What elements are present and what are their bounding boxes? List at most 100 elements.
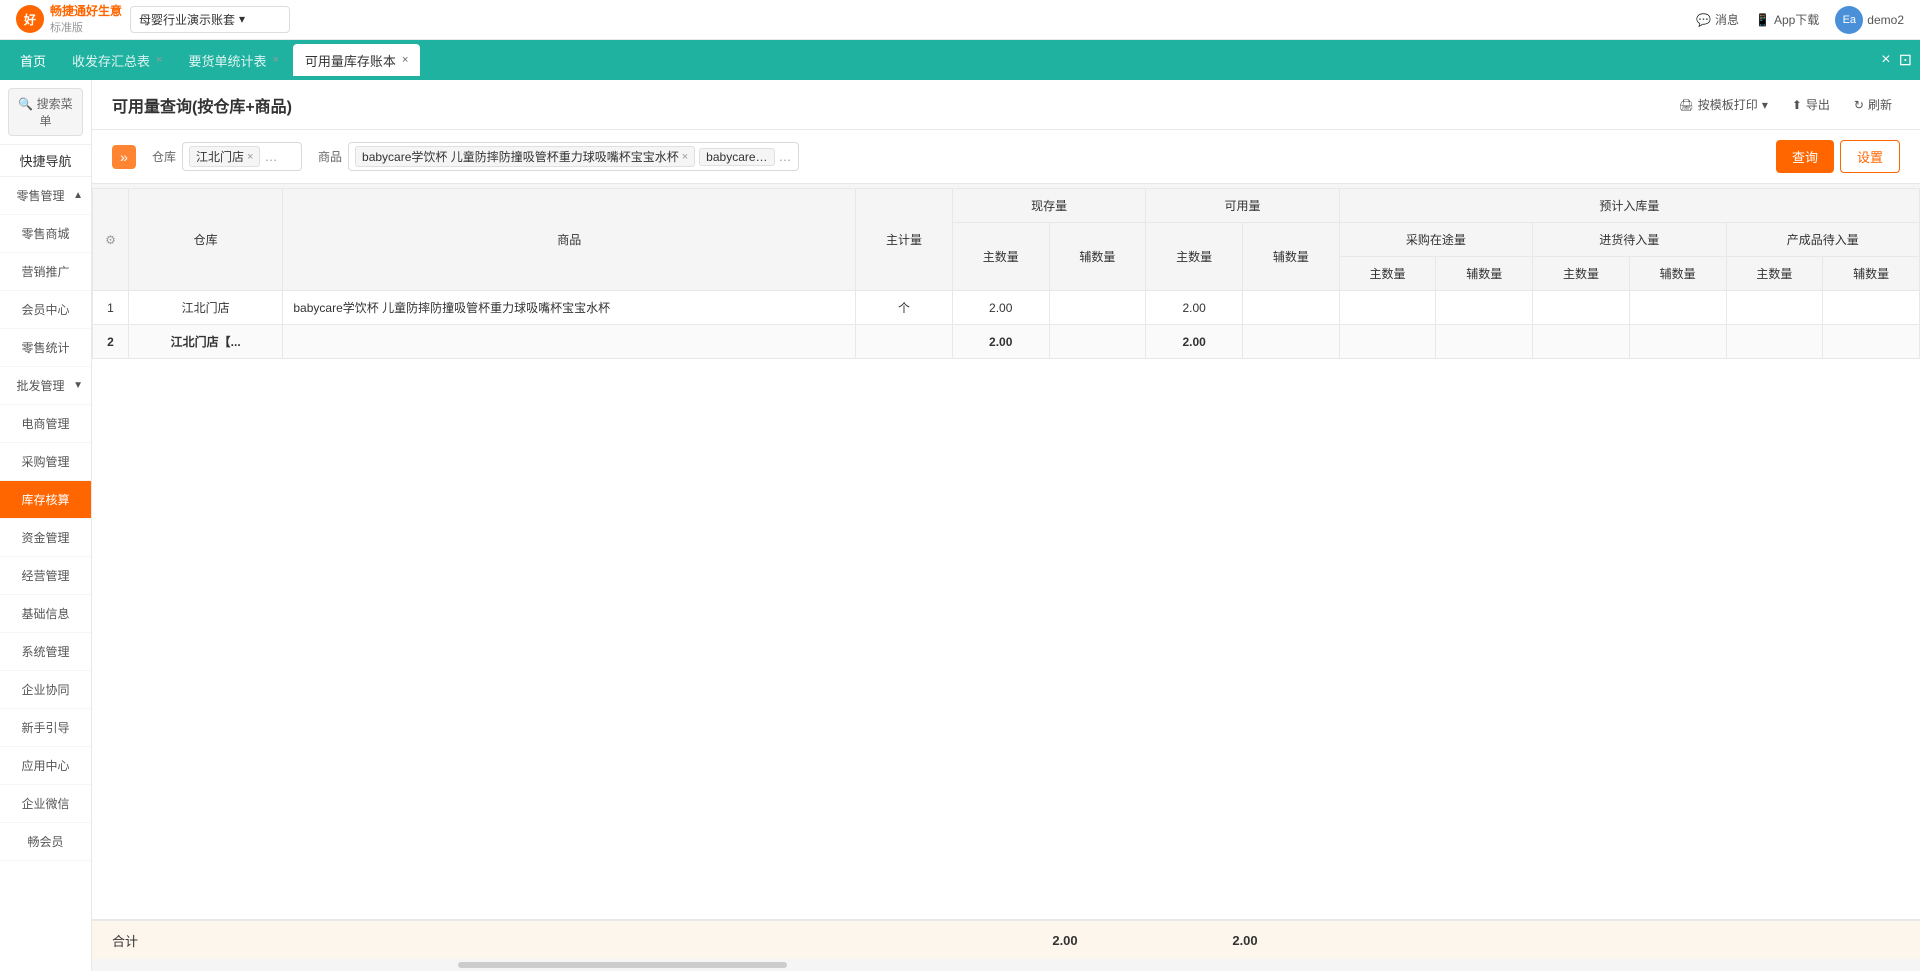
warehouse-column-header: 仓库 (129, 189, 283, 291)
message-button[interactable]: 💬 消息 (1696, 11, 1739, 28)
scroll-bar-area (92, 959, 1920, 971)
row-purchase-main (1339, 291, 1436, 325)
warehouse-tags[interactable]: 江北门店 × … (182, 142, 302, 171)
sidebar-item-inventory[interactable]: 库存核算 (0, 481, 91, 519)
sidebar-item-retail-stats-label: 零售统计 (21, 341, 69, 355)
export-button[interactable]: ⬆ 导出 (1784, 92, 1838, 117)
product-in-main-header: 主数量 (1726, 257, 1823, 291)
sidebar-item-operations-label: 经营管理 (21, 569, 69, 583)
sidebar-item-system[interactable]: 系统管理 (0, 633, 91, 671)
sidebar-item-wholesale-mgmt[interactable]: 批发管理 ▼ (0, 367, 91, 405)
user-area[interactable]: Ea demo2 (1835, 6, 1904, 34)
sidebar-item-wechat[interactable]: 企业微信 (0, 785, 91, 823)
sidebar-item-enterprise-label: 企业协同 (21, 683, 69, 697)
row2-purchase-in-aux (1629, 325, 1726, 359)
row-purchase-in-aux (1629, 291, 1726, 325)
sidebar-item-member[interactable]: 畅会员 (0, 823, 91, 861)
page-header: 可用量查询(按仓库+商品) 🖨 按模板打印 ▾ ⬆ 导出 ↻ 刷新 (92, 80, 1920, 130)
tab-receipt-summary-close[interactable]: × (156, 54, 162, 66)
warehouse-tag-close[interactable]: × (247, 151, 253, 163)
stock-main-header: 主数量 (952, 223, 1049, 291)
gear-icon[interactable]: ⚙ (105, 233, 116, 247)
top-bar: 好 畅捷通好生意 标准版 母婴行业演示账套 ▾ 💬 消息 📱 App下载 Ea … (0, 0, 1920, 40)
print-button[interactable]: 🖨 按模板打印 ▾ (1671, 92, 1776, 117)
refresh-label: 刷新 (1868, 96, 1892, 113)
product-more-dots[interactable]: … (779, 149, 792, 164)
settings-button[interactable]: 设置 (1840, 140, 1900, 173)
app-download-label: App下载 (1774, 11, 1819, 28)
sidebar-item-operations[interactable]: 经营管理 (0, 557, 91, 595)
tab-order-stats-close[interactable]: × (272, 54, 278, 66)
footer-summary: 合计 2.00 2.00 (92, 919, 1920, 959)
nav-actions: × ⊡ (1881, 50, 1912, 70)
product-column-header: 商品 (283, 189, 856, 291)
sidebar-item-retail-stats[interactable]: 零售统计 (0, 329, 91, 367)
horizontal-scrollbar[interactable] (458, 962, 787, 968)
tab-available-inventory[interactable]: 可用量库存账本 × (293, 44, 420, 76)
tab-home[interactable]: 首页 (8, 44, 58, 76)
filter-actions: 查询 设置 (1776, 140, 1900, 173)
product-tag-1: babycare学饮杯 儿童防摔防撞吸管杯重力球吸嘴杯宝宝水杯 × (355, 146, 695, 167)
tab-receipt-summary[interactable]: 收发存汇总表 × (60, 44, 174, 76)
quick-nav-label: 快捷导航 (19, 154, 71, 169)
table-container: ⚙ 仓库 商品 主计量 现存量 可用量 预计入库量 主数量 辅数量 主数量 辅数… (92, 188, 1920, 919)
tab-order-stats[interactable]: 要货单统计表 × (176, 44, 290, 76)
sidebar-item-inventory-label: 库存核算 (8, 491, 83, 508)
sidebar-item-ecommerce[interactable]: 电商管理 (0, 405, 91, 443)
search-menu-button[interactable]: 🔍 搜索菜单 (8, 88, 83, 136)
sidebar-search: 🔍 搜索菜单 (0, 80, 91, 145)
query-button[interactable]: 查询 (1776, 140, 1834, 173)
stock-group-header: 现存量 (952, 189, 1145, 223)
org-selector[interactable]: 母婴行业演示账套 ▾ (130, 6, 290, 33)
search-icon: 🔍 (18, 97, 33, 111)
expand-filter-button[interactable]: » (112, 145, 136, 169)
warehouse-more-dots[interactable]: … (264, 149, 277, 164)
product-tags[interactable]: babycare学饮杯 儿童防摔防撞吸管杯重力球吸嘴杯宝宝水杯 × babyca… (348, 142, 799, 171)
quick-nav-button[interactable]: 快捷导航 (0, 145, 91, 177)
sidebar-item-retail-mgmt[interactable]: 零售管理 ▲ (0, 177, 91, 215)
footer-avail-aux (1290, 933, 1380, 948)
row2-product-in-aux (1823, 325, 1920, 359)
tab-available-inventory-close[interactable]: × (402, 54, 408, 66)
app-download-button[interactable]: 📱 App下载 (1755, 11, 1819, 28)
sidebar-item-member-center[interactable]: 会员中心 (0, 291, 91, 329)
restore-button[interactable]: ⊡ (1899, 50, 1912, 70)
footer-stock-main: 2.00 (1020, 933, 1110, 948)
warehouse-label: 仓库 (152, 148, 176, 165)
sidebar-item-purchase-label: 采购管理 (21, 455, 69, 469)
chevron-down-icon: ▾ (239, 12, 245, 26)
data-table: ⚙ 仓库 商品 主计量 现存量 可用量 预计入库量 主数量 辅数量 主数量 辅数… (92, 188, 1920, 359)
avail-main-header: 主数量 (1146, 223, 1243, 291)
sidebar-item-marketing[interactable]: 营销推广 (0, 253, 91, 291)
sidebar-item-retail-mall[interactable]: 零售商城 (0, 215, 91, 253)
print-label: 按模板打印 (1698, 96, 1758, 113)
chevron-down-icon-print: ▾ (1762, 98, 1768, 112)
avatar-text: Ea (1843, 14, 1856, 26)
product-tag-1-label: babycare学饮杯 儿童防摔防撞吸管杯重力球吸嘴杯宝宝水杯 (362, 148, 679, 165)
page-title: 可用量查询(按仓库+商品) (112, 93, 292, 117)
sidebar-item-enterprise[interactable]: 企业协同 (0, 671, 91, 709)
product-tag-1-close[interactable]: × (682, 151, 688, 163)
product-in-header: 产成品待入量 (1726, 223, 1920, 257)
refresh-button[interactable]: ↻ 刷新 (1846, 92, 1900, 117)
chevron-down-icon-wholesale: ▼ (73, 380, 83, 391)
product-tag-2-label: babycare… (706, 150, 767, 164)
sidebar-item-basic-info[interactable]: 基础信息 (0, 595, 91, 633)
sidebar-item-marketing-label: 营销推广 (21, 265, 69, 279)
sidebar-item-tutorial[interactable]: 新手引导 (0, 709, 91, 747)
sidebar-item-app-center[interactable]: 应用中心 (0, 747, 91, 785)
export-label: 导出 (1806, 96, 1830, 113)
row2-warehouse: 江北门店【... (129, 325, 283, 359)
row-avail-aux (1242, 291, 1339, 325)
sidebar-item-purchase[interactable]: 采购管理 (0, 443, 91, 481)
warehouse-tag: 江北门店 × (189, 146, 260, 167)
sidebar-item-member-label: 畅会员 (27, 835, 63, 849)
product-tag-2: babycare… (699, 148, 774, 166)
close-all-button[interactable]: × (1881, 51, 1890, 69)
header-actions: 🖨 按模板打印 ▾ ⬆ 导出 ↻ 刷新 (1671, 92, 1900, 117)
sidebar: 🔍 搜索菜单 快捷导航 零售管理 ▲ 零售商城 营销推广 会员中心 零售统计 批… (0, 80, 92, 971)
main-layout: 🔍 搜索菜单 快捷导航 零售管理 ▲ 零售商城 营销推广 会员中心 零售统计 批… (0, 80, 1920, 971)
sidebar-item-finance[interactable]: 资金管理 (0, 519, 91, 557)
row2-product-in-main (1726, 325, 1823, 359)
top-bar-right: 💬 消息 📱 App下载 Ea demo2 (1696, 6, 1904, 34)
